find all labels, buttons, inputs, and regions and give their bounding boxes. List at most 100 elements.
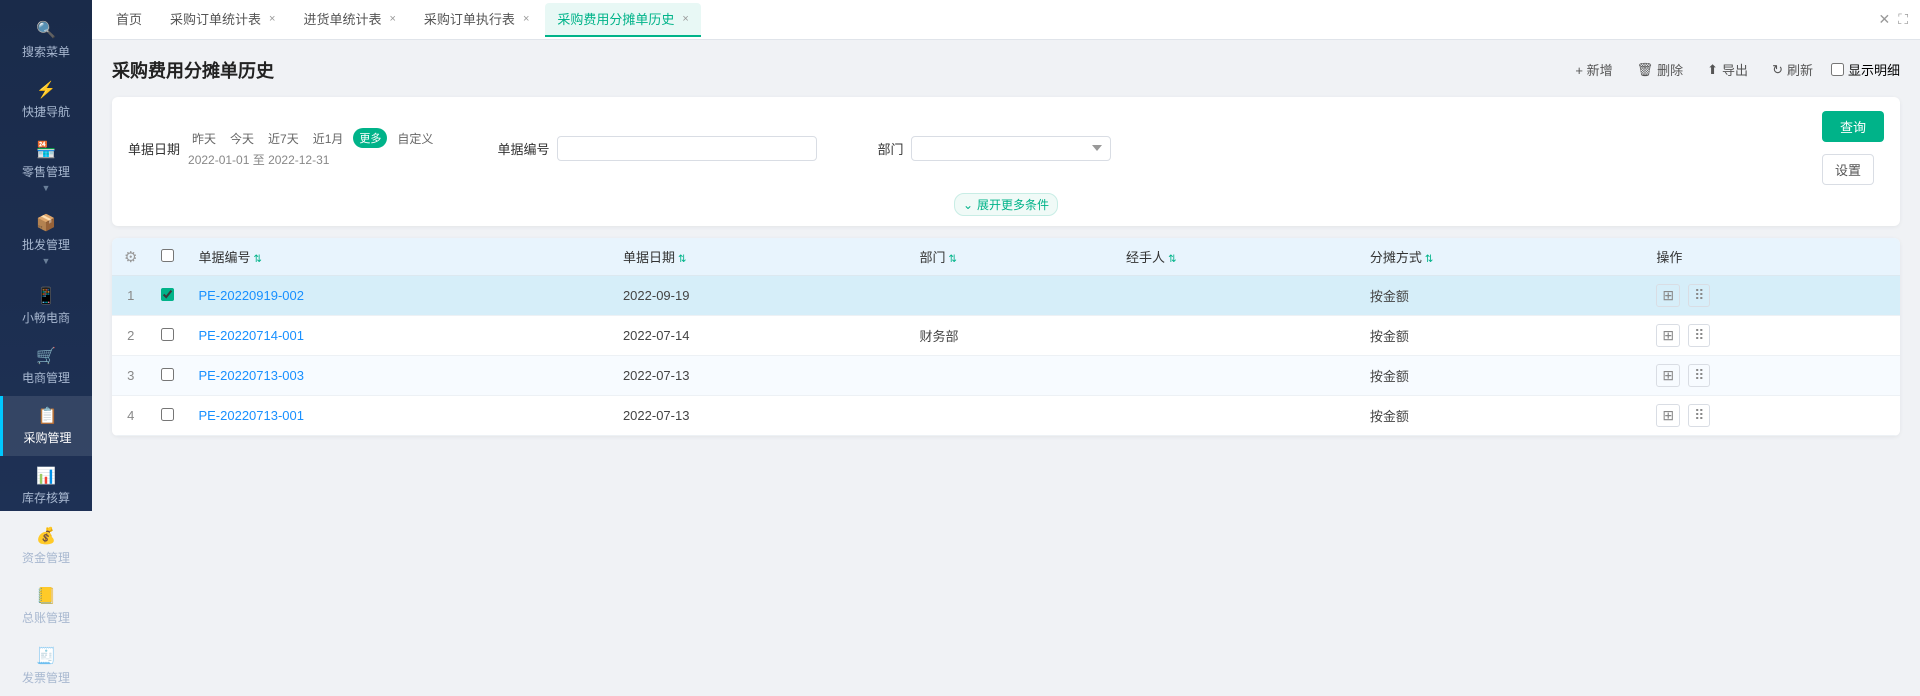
row-actions: ⊞ ⠿ bbox=[1644, 396, 1900, 436]
row-num: 1 bbox=[112, 276, 149, 316]
sidebar-item-label: 快捷导航 bbox=[22, 103, 70, 120]
row-checkbox-cell[interactable] bbox=[149, 276, 186, 316]
row-checkbox[interactable] bbox=[161, 408, 174, 421]
sidebar: 🔍搜索菜单⚡快捷导航🏪零售管理▼📦批发管理▼📱小畅电商🛒电商管理📋采购管理📊库存… bbox=[0, 0, 92, 511]
close-window-icon[interactable]: ✕ bbox=[1878, 11, 1890, 28]
row-more-icon[interactable]: ⠿ bbox=[1688, 324, 1710, 347]
sidebar-item-label: 总账管理 bbox=[22, 609, 70, 626]
row-doc-num: PE-20220714-001 bbox=[186, 316, 611, 356]
date-shortcut-近1月[interactable]: 近1月 bbox=[309, 129, 348, 148]
page-header: 采购费用分摊单历史 + 新增 🗑 删除 ⬆ 导出 ↻ 刷新 显示明细 bbox=[112, 56, 1900, 83]
tab-purchase-order-exec[interactable]: 采购订单执行表× bbox=[412, 3, 541, 37]
sidebar-item-search[interactable]: 🔍 搜索菜单 bbox=[0, 10, 92, 70]
search-icon: 🔍 bbox=[36, 20, 56, 40]
sort-doc-date-icon[interactable]: ⇅ bbox=[678, 254, 686, 265]
table-select-all-col[interactable] bbox=[149, 238, 186, 276]
col-dept: 部门⇅ bbox=[908, 238, 1115, 276]
row-checkbox-cell[interactable] bbox=[149, 316, 186, 356]
query-button[interactable]: 查询 bbox=[1822, 111, 1884, 142]
show-detail-toggle[interactable]: 显示明细 bbox=[1831, 60, 1900, 79]
row-checkbox-cell[interactable] bbox=[149, 356, 186, 396]
date-shortcut-昨天[interactable]: 昨天 bbox=[188, 129, 220, 148]
row-checkbox[interactable] bbox=[161, 368, 174, 381]
tab-label: 采购费用分摊单历史 bbox=[557, 9, 674, 28]
table-row[interactable]: 1 PE-20220919-002 2022-09-19 按金额 ⊞ ⠿ bbox=[112, 276, 1900, 316]
date-shortcut-近7天[interactable]: 近7天 bbox=[264, 129, 303, 148]
add-button[interactable]: + 新增 bbox=[1569, 56, 1618, 83]
row-more-icon[interactable]: ⠿ bbox=[1688, 364, 1710, 387]
doc-num-link[interactable]: PE-20220713-001 bbox=[198, 408, 304, 423]
sidebar-item-purchase[interactable]: 📋采购管理 bbox=[0, 396, 92, 456]
date-shortcut-今天[interactable]: 今天 bbox=[226, 129, 258, 148]
date-shortcut-更多[interactable]: 更多 bbox=[353, 128, 387, 148]
tab-close-icon[interactable]: × bbox=[389, 13, 395, 25]
col-doc-num-label: 单据编号 bbox=[198, 250, 250, 265]
doc-num-link[interactable]: PE-20220713-003 bbox=[198, 368, 304, 383]
maximize-window-icon[interactable]: ⛶ bbox=[1898, 11, 1908, 28]
filter-row: 单据日期 昨天今天近7天近1月更多自定义 2022-01-01 至 2022-1… bbox=[128, 111, 1884, 185]
sidebar-item-retail[interactable]: 🏪零售管理▼ bbox=[0, 130, 92, 203]
expand-row: ⌄ 展开更多条件 bbox=[128, 193, 1884, 216]
settings-button[interactable]: 设置 bbox=[1822, 154, 1874, 185]
table-row[interactable]: 3 PE-20220713-003 2022-07-13 按金额 ⊞ ⠿ bbox=[112, 356, 1900, 396]
sidebar-item-inventory[interactable]: 📊库存核算 bbox=[0, 456, 92, 516]
select-all-checkbox[interactable] bbox=[161, 249, 174, 262]
row-actions: ⊞ ⠿ bbox=[1644, 276, 1900, 316]
table-row[interactable]: 4 PE-20220713-001 2022-07-13 按金额 ⊞ ⠿ bbox=[112, 396, 1900, 436]
sidebar-item-label: 小畅电商 bbox=[22, 309, 70, 326]
row-view-icon[interactable]: ⊞ bbox=[1656, 324, 1680, 347]
sidebar-item-label: 搜索菜单 bbox=[22, 43, 70, 60]
tab-bar: 首页采购订单统计表×进货单统计表×采购订单执行表× 采购费用分摊单历史 × ✕ ⛶ bbox=[92, 0, 1920, 40]
tab-purchase-order-stats[interactable]: 采购订单统计表× bbox=[158, 3, 287, 37]
tab-home[interactable]: 首页 bbox=[104, 3, 154, 37]
doc-num-link[interactable]: PE-20220919-002 bbox=[198, 288, 304, 303]
tab-purchase-cost[interactable]: 采购费用分摊单历史 × bbox=[545, 3, 700, 37]
tab-close-icon[interactable]: × bbox=[269, 13, 275, 25]
date-shortcut-自定义[interactable]: 自定义 bbox=[393, 129, 437, 148]
tab-close-icon[interactable]: × bbox=[523, 13, 529, 25]
show-detail-checkbox[interactable] bbox=[1831, 63, 1844, 76]
sidebar-item-mini-app[interactable]: 📱 小畅电商 bbox=[0, 276, 92, 336]
table-gear-col[interactable]: ⚙ bbox=[112, 238, 149, 276]
sidebar-item-ledger[interactable]: 📒 总账管理 bbox=[0, 576, 92, 636]
dept-select[interactable]: 财务部 bbox=[911, 136, 1111, 161]
sort-doc-num-icon[interactable]: ⇅ bbox=[253, 254, 261, 265]
expand-conditions-button[interactable]: ⌄ 展开更多条件 bbox=[954, 193, 1058, 216]
row-view-icon[interactable]: ⊞ bbox=[1656, 364, 1680, 387]
row-num: 4 bbox=[112, 396, 149, 436]
row-handler bbox=[1114, 396, 1358, 436]
doc-num-link[interactable]: PE-20220714-001 bbox=[198, 328, 304, 343]
row-dept bbox=[908, 276, 1115, 316]
export-button[interactable]: ⬆ 导出 bbox=[1701, 56, 1754, 83]
row-checkbox[interactable] bbox=[161, 328, 174, 341]
row-view-icon[interactable]: ⊞ bbox=[1656, 404, 1680, 427]
delete-button[interactable]: 🗑 删除 bbox=[1631, 56, 1690, 83]
sidebar-item-invoice[interactable]: 🧾发票管理 bbox=[0, 636, 92, 696]
sidebar-item-quick-nav[interactable]: ⚡快捷导航 bbox=[0, 70, 92, 130]
refresh-button[interactable]: ↻ 刷新 bbox=[1766, 56, 1819, 83]
sidebar-item-label: 零售管理 bbox=[22, 163, 70, 180]
sidebar-item-wholesale[interactable]: 📦批发管理▼ bbox=[0, 203, 92, 276]
tab-goods-stats[interactable]: 进货单统计表× bbox=[291, 3, 407, 37]
row-checkbox-cell[interactable] bbox=[149, 396, 186, 436]
mini-app-icon: 📱 bbox=[36, 286, 56, 306]
sort-split-icon[interactable]: ⇅ bbox=[1425, 254, 1433, 265]
sidebar-item-ecommerce[interactable]: 🛒电商管理 bbox=[0, 336, 92, 396]
sort-dept-icon[interactable]: ⇅ bbox=[949, 254, 957, 265]
doc-num-input[interactable] bbox=[557, 136, 817, 161]
col-doc-date: 单据日期⇅ bbox=[611, 238, 908, 276]
sidebar-item-label: 批发管理 bbox=[22, 236, 70, 253]
row-more-icon[interactable]: ⠿ bbox=[1688, 404, 1710, 427]
row-num: 3 bbox=[112, 356, 149, 396]
row-checkbox[interactable] bbox=[161, 288, 174, 301]
sidebar-item-finance[interactable]: 💰资金管理 bbox=[0, 516, 92, 576]
row-view-icon[interactable]: ⊞ bbox=[1656, 284, 1680, 307]
row-more-icon[interactable]: ⠿ bbox=[1688, 284, 1710, 307]
row-doc-date: 2022-07-13 bbox=[611, 356, 908, 396]
ledger-icon: 📒 bbox=[36, 586, 56, 606]
refresh-icon: ↻ bbox=[1772, 62, 1783, 78]
table-row[interactable]: 2 PE-20220714-001 2022-07-14 财务部 按金额 ⊞ ⠿ bbox=[112, 316, 1900, 356]
col-split-method-label: 分摊方式 bbox=[1370, 250, 1422, 265]
sort-handler-icon[interactable]: ⇅ bbox=[1168, 254, 1176, 265]
tab-close-icon[interactable]: × bbox=[682, 13, 688, 25]
